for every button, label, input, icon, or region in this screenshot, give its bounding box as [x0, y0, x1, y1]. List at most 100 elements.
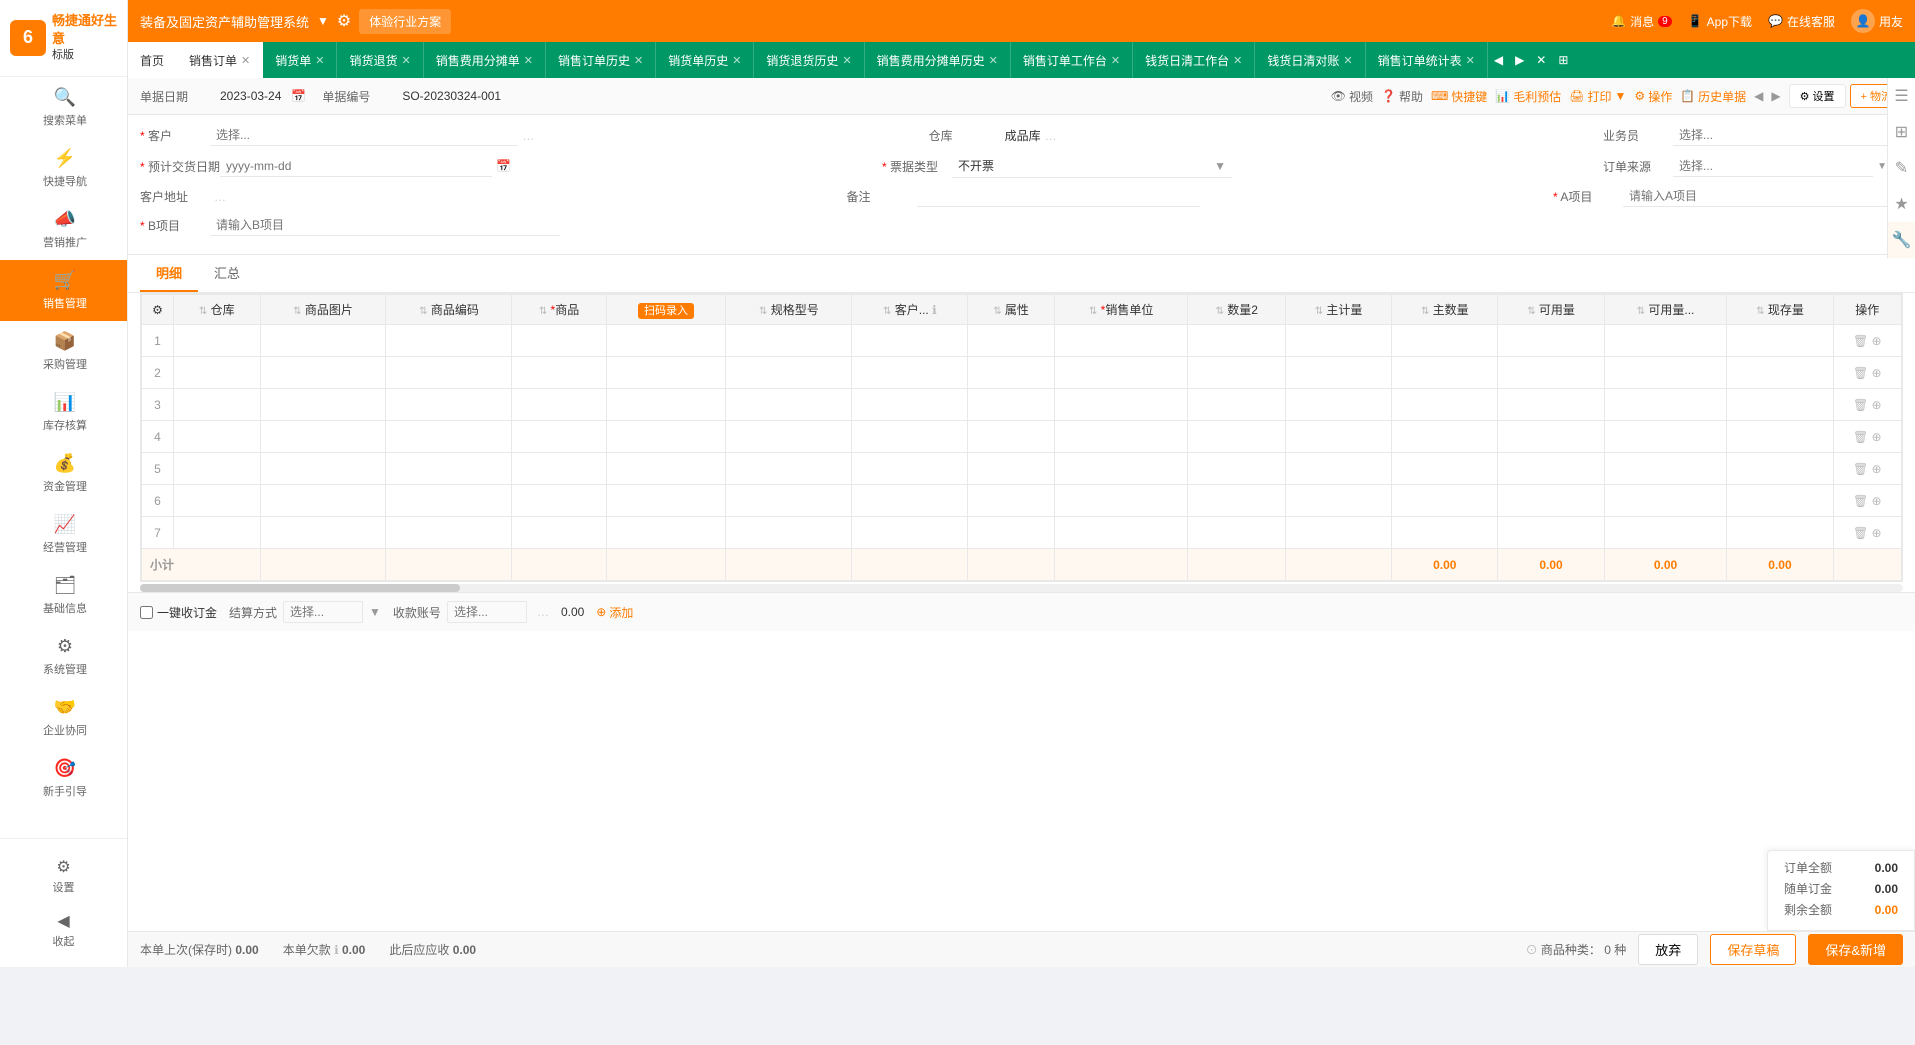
settings-gear-icon[interactable]: ⚙ — [337, 11, 351, 31]
tab-close-icon[interactable]: ✕ — [989, 54, 998, 67]
tab-close-icon[interactable]: ✕ — [1233, 54, 1242, 67]
row-main-unit[interactable] — [1285, 325, 1391, 357]
right-panel-icon-4[interactable]: ★ — [1888, 186, 1915, 222]
row-customer-code[interactable] — [852, 325, 968, 357]
row-image[interactable] — [260, 325, 386, 357]
tab-goods-history[interactable]: 销货单历史 ✕ — [656, 42, 754, 78]
header-dropdown-icon[interactable]: ▼ — [317, 14, 329, 28]
a-project-input[interactable] — [1623, 186, 1903, 207]
row-main-qty[interactable] — [1392, 325, 1498, 357]
scrollbar-thumb[interactable] — [140, 584, 460, 592]
th-main-qty[interactable]: ⇅ 主数量 — [1392, 295, 1498, 325]
sidebar-item-purchase[interactable]: 📦 采购管理 — [0, 321, 127, 382]
row-warehouse[interactable] — [174, 325, 261, 357]
tab-close-icon[interactable]: ✕ — [732, 54, 741, 67]
sidebar-item-system[interactable]: ⚙ 系统管理 — [0, 626, 127, 687]
sidebar-collapse[interactable]: ◀ 收起 — [0, 903, 127, 957]
notification-btn[interactable]: 🔔 消息 9 — [1611, 13, 1672, 30]
calendar-icon[interactable]: 📅 — [291, 89, 306, 103]
tab-cash-workbench[interactable]: 钱货日清工作台 ✕ — [1133, 42, 1255, 78]
tab-more[interactable]: ⊞ — [1552, 42, 1574, 78]
copy-icon[interactable]: ⊕ — [1872, 430, 1882, 444]
invoice-select[interactable]: 不开票 ▼ — [952, 154, 1232, 178]
settings-btn[interactable]: ⚙ 设置 — [1789, 84, 1846, 108]
tab-sales-goods[interactable]: 销货单 ✕ — [263, 42, 337, 78]
copy-icon[interactable]: ⊕ — [1872, 494, 1882, 508]
delete-icon[interactable]: 🗑 — [1853, 334, 1868, 348]
order-source-arrow[interactable]: ▼ — [1877, 161, 1887, 172]
tab-close-icon[interactable]: ✕ — [241, 54, 250, 67]
tab-close-icon[interactable]: ✕ — [1111, 54, 1120, 67]
row-current-stock[interactable] — [1727, 325, 1833, 357]
customer-input[interactable] — [210, 125, 518, 146]
tab-close-icon[interactable]: ✕ — [634, 54, 643, 67]
th-image[interactable]: ⇅ 商品图片 — [260, 295, 386, 325]
right-panel-icon-3[interactable]: ✎ — [1888, 150, 1915, 186]
copy-icon[interactable]: ⊕ — [1872, 526, 1882, 540]
tab-detail[interactable]: 明细 — [140, 255, 198, 292]
row-product[interactable] — [512, 325, 606, 357]
th-settings[interactable]: ⚙ — [142, 295, 174, 325]
delete-icon[interactable]: 🗑 — [1853, 462, 1868, 476]
tab-close-icon[interactable]: ✕ — [1466, 54, 1475, 67]
tab-order-history[interactable]: 销售订单历史 ✕ — [546, 42, 656, 78]
th-main-unit[interactable]: ⇅ 主计量 — [1285, 295, 1391, 325]
save-new-btn[interactable]: 保存&新增 — [1808, 934, 1903, 965]
discard-btn[interactable]: 放弃 — [1638, 934, 1698, 965]
industry-btn[interactable]: 体验行业方案 — [359, 9, 451, 34]
scan-btn[interactable]: 扫码录入 — [638, 303, 694, 319]
tab-summary[interactable]: 汇总 — [198, 255, 256, 292]
app-download-btn[interactable]: 📱 App下载 — [1688, 13, 1752, 30]
delete-icon[interactable]: 🗑 — [1853, 398, 1868, 412]
shortcut-btn[interactable]: ⌨ 快捷键 — [1431, 88, 1487, 105]
history-btn[interactable]: 📋 历史单据 — [1680, 88, 1746, 105]
warehouse-expand-icon[interactable]: … — [1045, 129, 1057, 143]
th-qty2[interactable]: ⇅ 数量2 — [1188, 295, 1286, 325]
copy-icon[interactable]: ⊕ — [1872, 462, 1882, 476]
row-available[interactable] — [1498, 325, 1604, 357]
sidebar-item-inventory[interactable]: 📊 库存核算 — [0, 382, 127, 443]
sidebar-item-marketing[interactable]: 📣 营销推广 — [0, 199, 127, 260]
copy-icon[interactable]: ⊕ — [1872, 366, 1882, 380]
tab-expense[interactable]: 销售费用分摊单 ✕ — [424, 42, 546, 78]
sidebar-item-finance[interactable]: 💰 资金管理 — [0, 443, 127, 504]
receipt-account-input[interactable] — [447, 601, 527, 623]
tab-home[interactable]: 首页 — [128, 42, 177, 78]
view-btn[interactable]: 👁 视频 — [1331, 88, 1373, 105]
add-btn[interactable]: ⊕ 添加 — [596, 604, 633, 621]
delivery-input[interactable] — [220, 156, 492, 177]
tab-stats[interactable]: 销售订单统计表 ✕ — [1366, 42, 1488, 78]
payment-method-input[interactable] — [283, 601, 363, 623]
tab-order-workbench[interactable]: 销售订单工作台 ✕ — [1011, 42, 1133, 78]
row-scan[interactable] — [606, 325, 726, 357]
save-draft-btn[interactable]: 保存草稿 — [1710, 934, 1796, 965]
tab-close-icon[interactable]: ✕ — [524, 54, 533, 67]
th-attr[interactable]: ⇅ 属性 — [968, 295, 1055, 325]
copy-icon[interactable]: ⊕ — [1872, 398, 1882, 412]
tab-next-arrow[interactable]: ▶ — [1509, 42, 1530, 78]
sidebar-item-management[interactable]: 📈 经营管理 — [0, 504, 127, 565]
th-unit[interactable]: ⇅ *销售单位 — [1054, 295, 1188, 325]
salesperson-input[interactable] — [1673, 125, 1887, 146]
tab-close-icon[interactable]: ✕ — [842, 54, 851, 67]
tab-prev-arrow[interactable]: ◀ — [1488, 42, 1509, 78]
th-product[interactable]: ⇅ *商品 — [512, 295, 606, 325]
tab-sales-order[interactable]: 销售订单 ✕ — [177, 42, 263, 78]
th-scan[interactable]: 扫码录入 — [606, 295, 726, 325]
th-code[interactable]: ⇅ 商品编码 — [386, 295, 512, 325]
nav-next-icon[interactable]: ▶ — [1771, 89, 1780, 103]
sidebar-item-sales[interactable]: 🛒 销售管理 — [0, 260, 127, 321]
delete-icon[interactable]: 🗑 — [1853, 366, 1868, 380]
tab-close-icon[interactable]: ✕ — [402, 54, 411, 67]
th-spec[interactable]: ⇅ 规格型号 — [726, 295, 852, 325]
operation-btn[interactable]: ⚙ 操作 — [1634, 88, 1672, 105]
tab-close-icon[interactable]: ✕ — [1343, 54, 1352, 67]
th-current-stock[interactable]: ⇅ 现存量 — [1727, 295, 1833, 325]
delete-icon[interactable]: 🗑 — [1853, 494, 1868, 508]
customer-expand-icon[interactable]: … — [522, 129, 534, 143]
delete-icon[interactable]: 🗑 — [1853, 430, 1868, 444]
nav-prev-icon[interactable]: ◀ — [1754, 89, 1763, 103]
delete-icon[interactable]: 🗑 — [1853, 526, 1868, 540]
tab-expense-history[interactable]: 销售费用分摊单历史 ✕ — [865, 42, 1011, 78]
one-click-checkbox[interactable] — [140, 606, 153, 619]
